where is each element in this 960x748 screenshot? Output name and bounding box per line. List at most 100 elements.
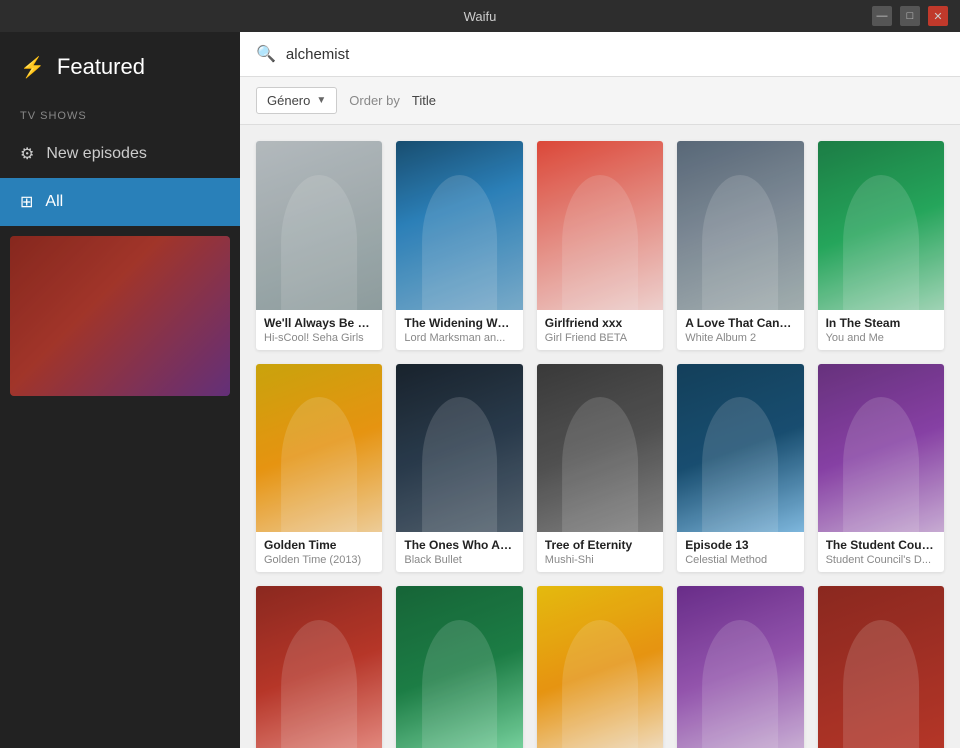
grid-item[interactable]: The Widening World Lord Marksman an...	[396, 141, 522, 350]
anime-title: Episode 13	[685, 538, 795, 552]
featured-label: Featured	[57, 54, 145, 80]
sidebar-item-new-episodes[interactable]: ⚙ New episodes	[0, 130, 240, 178]
grid-item[interactable]: The Ones Who As... Black Bullet	[396, 364, 522, 573]
anime-thumbnail	[396, 364, 522, 533]
grid-item[interactable]	[677, 586, 803, 748]
anime-figure	[843, 175, 919, 310]
anime-subtitle: Girl Friend BETA	[545, 332, 655, 344]
grid-item[interactable]: We'll Always Be Co... Hi-sCool! Seha Girl…	[256, 141, 382, 350]
sidebar-item-featured[interactable]: ⚡ Featured	[0, 32, 240, 102]
anime-subtitle: Golden Time (2013)	[264, 554, 374, 566]
anime-figure	[422, 620, 498, 748]
sidebar-thumbnail	[10, 236, 230, 396]
grid-item[interactable]: Golden Time Golden Time (2013)	[256, 364, 382, 573]
lightning-icon: ⚡	[20, 55, 45, 80]
anime-figure	[562, 175, 638, 310]
search-icon: 🔍	[256, 44, 276, 64]
anime-figure	[702, 397, 778, 532]
anime-title: In The Steam	[826, 316, 936, 330]
anime-figure	[702, 175, 778, 310]
grid-item[interactable]	[818, 586, 944, 748]
grid-item[interactable]: Girlfriend xxx Girl Friend BETA	[537, 141, 663, 350]
content-area: 🔍 Género ▼ Order by Title We'll Always B…	[240, 32, 960, 748]
genre-dropdown[interactable]: Género ▼	[256, 87, 337, 114]
minimize-button[interactable]: —	[872, 6, 892, 26]
anime-subtitle: You and Me	[826, 332, 936, 344]
anime-figure	[562, 620, 638, 748]
anime-subtitle: Mushi-Shi	[545, 554, 655, 566]
anime-title: Golden Time	[264, 538, 374, 552]
anime-figure	[843, 620, 919, 748]
all-label: All	[45, 193, 63, 211]
anime-thumbnail	[677, 141, 803, 310]
anime-thumbnail	[677, 586, 803, 748]
new-episodes-label: New episodes	[46, 145, 147, 163]
genre-label: Género	[267, 93, 310, 108]
anime-thumbnail	[396, 586, 522, 748]
gear-icon: ⚙	[20, 144, 34, 164]
anime-info: Episode 13Celestial Method	[677, 532, 803, 572]
anime-subtitle: Black Bullet	[404, 554, 514, 566]
anime-thumbnail	[537, 586, 663, 748]
anime-title: A Love That Cann...	[685, 316, 795, 330]
search-bar: 🔍	[240, 32, 960, 77]
anime-title: The Student Coun...	[826, 538, 936, 552]
anime-figure	[281, 397, 357, 532]
grid-item[interactable]	[537, 586, 663, 748]
anime-figure	[281, 175, 357, 310]
title-bar: Waifu — □ ✕	[0, 0, 960, 32]
sidebar-item-all[interactable]: ⊞ All	[0, 178, 240, 226]
anime-info: The Student Coun... Student Council's D..…	[818, 532, 944, 572]
anime-title: The Ones Who As...	[404, 538, 514, 552]
close-button[interactable]: ✕	[928, 6, 948, 26]
grid-item[interactable]: A Love That Cann... White Album 2	[677, 141, 803, 350]
anime-subtitle: Hi-sCool! Seha Girls	[264, 332, 374, 344]
tv-shows-header: TV SHOWS	[0, 102, 240, 130]
grid-icon: ⊞	[20, 192, 33, 212]
anime-subtitle: White Album 2	[685, 332, 795, 344]
anime-subtitle: Student Council's D...	[826, 554, 936, 566]
grid-item[interactable]: Episode 13Celestial Method	[677, 364, 803, 573]
anime-info: The Widening World Lord Marksman an...	[396, 310, 522, 350]
anime-figure	[422, 175, 498, 310]
anime-thumbnail	[256, 364, 382, 533]
anime-info: Golden Time Golden Time (2013)	[256, 532, 382, 572]
anime-thumbnail	[818, 141, 944, 310]
anime-info: We'll Always Be Co... Hi-sCool! Seha Girl…	[256, 310, 382, 350]
anime-title: The Widening World	[404, 316, 514, 330]
thumbnail-overlay	[10, 236, 230, 396]
app-title: Waifu	[464, 9, 497, 24]
anime-thumbnail	[818, 586, 944, 748]
chevron-down-icon: ▼	[316, 95, 326, 106]
anime-thumbnail	[677, 364, 803, 533]
grid-item[interactable]: The Student Coun... Student Council's D..…	[818, 364, 944, 573]
anime-info: Girlfriend xxx Girl Friend BETA	[537, 310, 663, 350]
anime-title: Girlfriend xxx	[545, 316, 655, 330]
app-body: ⚡ Featured TV SHOWS ⚙ New episodes ⊞ All…	[0, 32, 960, 748]
grid-item[interactable]: In The Steam You and Me	[818, 141, 944, 350]
anime-thumbnail	[537, 364, 663, 533]
window-controls: — □ ✕	[872, 6, 948, 26]
anime-figure	[562, 397, 638, 532]
order-by-label: Order by	[349, 93, 400, 108]
anime-figure	[281, 620, 357, 748]
filter-bar: Género ▼ Order by Title	[240, 77, 960, 125]
grid-container: We'll Always Be Co... Hi-sCool! Seha Girl…	[240, 125, 960, 748]
grid-item[interactable]: Tree of Eternity Mushi-Shi	[537, 364, 663, 573]
anime-info: The Ones Who As... Black Bullet	[396, 532, 522, 572]
anime-thumbnail	[256, 141, 382, 310]
anime-title: We'll Always Be Co...	[264, 316, 374, 330]
order-by-value: Title	[412, 93, 436, 108]
grid-item[interactable]	[396, 586, 522, 748]
search-input[interactable]	[286, 46, 944, 63]
anime-thumbnail	[818, 364, 944, 533]
anime-thumbnail	[256, 586, 382, 748]
anime-info: Tree of Eternity Mushi-Shi	[537, 532, 663, 572]
anime-info: In The Steam You and Me	[818, 310, 944, 350]
anime-title: Tree of Eternity	[545, 538, 655, 552]
anime-figure	[843, 397, 919, 532]
anime-figure	[702, 620, 778, 748]
grid-item[interactable]	[256, 586, 382, 748]
anime-subtitle: Lord Marksman an...	[404, 332, 514, 344]
maximize-button[interactable]: □	[900, 6, 920, 26]
